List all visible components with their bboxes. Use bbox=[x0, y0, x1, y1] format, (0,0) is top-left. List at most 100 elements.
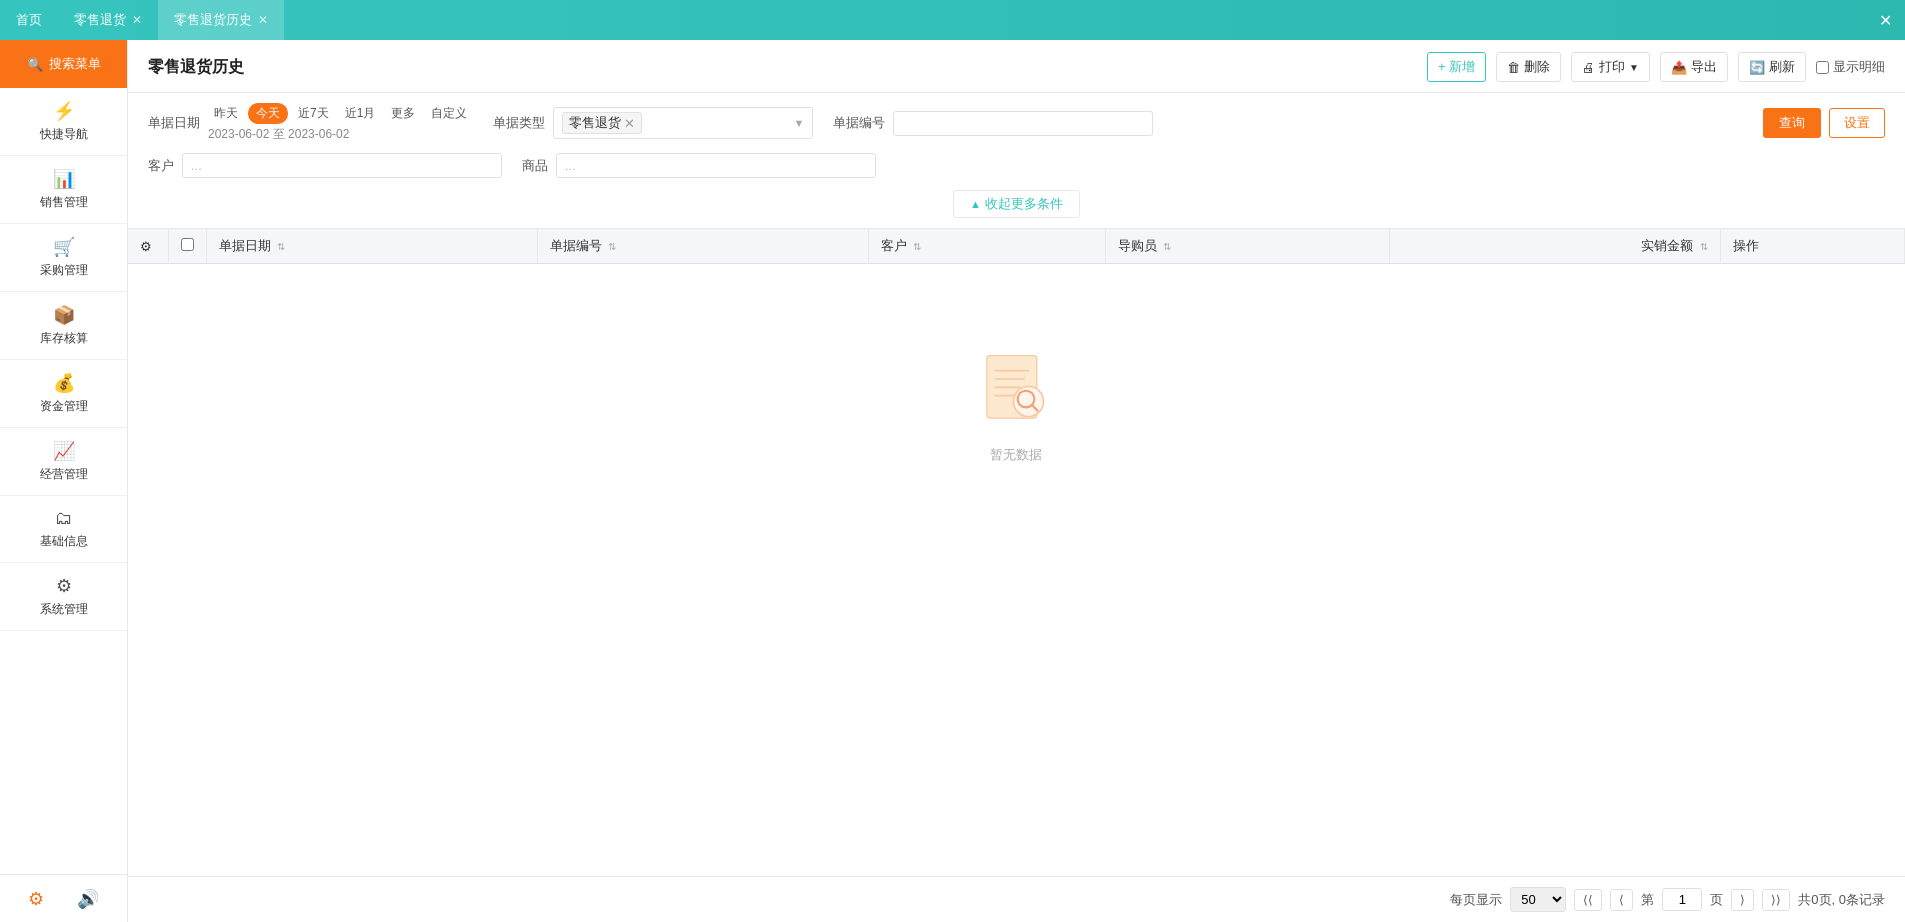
empty-illustration bbox=[966, 344, 1066, 434]
export-button[interactable]: 📤 导出 bbox=[1660, 52, 1728, 82]
collapse-button[interactable]: ▲ 收起更多条件 bbox=[953, 190, 1080, 218]
filter-customer: 客户 ... bbox=[148, 153, 502, 178]
th-customer-label: 客户 bbox=[881, 238, 907, 253]
setting-button[interactable]: 设置 bbox=[1829, 108, 1885, 138]
display-label: 显示明细 bbox=[1833, 58, 1885, 76]
th-action-label: 操作 bbox=[1733, 238, 1759, 253]
print-button[interactable]: 🖨 打印 ▼ bbox=[1571, 52, 1650, 82]
print-label: 打印 bbox=[1599, 58, 1625, 76]
th-date-sort[interactable]: ⇅ bbox=[277, 241, 285, 252]
sidebar-item-sales[interactable]: 📊 销售管理 bbox=[0, 156, 127, 224]
tab-retail-return-close[interactable]: ✕ bbox=[132, 13, 142, 27]
display-checkbox[interactable] bbox=[1816, 61, 1829, 74]
query-button[interactable]: 查询 bbox=[1763, 108, 1821, 138]
sidebar-item-basic-info[interactable]: 🗂 基础信息 bbox=[0, 496, 127, 563]
search-icon: 🔍 bbox=[27, 57, 43, 72]
th-setting[interactable]: ⚙ bbox=[128, 229, 168, 264]
type-tag-close[interactable]: ✕ bbox=[624, 116, 635, 131]
page-last-button[interactable]: ⟩⟩ bbox=[1762, 889, 1790, 911]
goods-select[interactable]: ... bbox=[556, 153, 876, 178]
date-7days[interactable]: 近7天 bbox=[292, 103, 335, 124]
content-area: 零售退货历史 + 新增 🗑 删除 🖨 打印 ▼ 📤 导出 bbox=[128, 40, 1905, 922]
export-label: 导出 bbox=[1691, 58, 1717, 76]
window-close-button[interactable]: ✕ bbox=[1865, 0, 1905, 40]
filter-area: 单据日期 昨天 今天 近7天 近1月 更多 自定义 2023-06-02 至 2… bbox=[128, 93, 1905, 229]
pagination-bar: 每页显示 50 100 200 ⟨⟨ ⟨ 第 页 ⟩ ⟩⟩ 共0页, 0条记录 bbox=[128, 876, 1905, 922]
inventory-label: 库存核算 bbox=[40, 330, 88, 347]
page-next-button[interactable]: ⟩ bbox=[1731, 889, 1754, 911]
filter-doc-no: 单据编号 bbox=[833, 111, 1153, 136]
type-label: 单据类型 bbox=[493, 114, 545, 132]
table-body: 暂无数据 bbox=[128, 264, 1905, 545]
th-guide-sort[interactable]: ⇅ bbox=[1163, 241, 1171, 252]
tab-retail-return-label: 零售退货 bbox=[74, 11, 126, 29]
type-tag-item: 零售退货 ✕ bbox=[562, 112, 642, 134]
page-prev-button[interactable]: ⟨ bbox=[1610, 889, 1633, 911]
doc-no-input[interactable] bbox=[893, 111, 1153, 136]
sidebar: 🔍 搜索菜单 ⚡ 快捷导航 📊 销售管理 🛒 采购管理 📦 库存核算 💰 bbox=[0, 40, 128, 922]
sidebar-item-finance[interactable]: 💰 资金管理 bbox=[0, 360, 127, 428]
action-buttons: 查询 设置 bbox=[1763, 108, 1885, 138]
page-number-input[interactable] bbox=[1662, 888, 1702, 911]
sidebar-item-operations[interactable]: 📈 经营管理 bbox=[0, 428, 127, 496]
sidebar-search[interactable]: 🔍 搜索菜单 bbox=[0, 40, 127, 88]
refresh-button[interactable]: 🔄 刷新 bbox=[1738, 52, 1806, 82]
sidebar-item-system[interactable]: ⚙ 系统管理 bbox=[0, 563, 127, 631]
print-dropdown-icon: ▼ bbox=[1629, 62, 1639, 73]
date-shortcuts: 昨天 今天 近7天 近1月 更多 自定义 bbox=[208, 103, 473, 124]
table-container: ⚙ 单据日期 ⇅ 单据编号 ⇅ 客户 bbox=[128, 229, 1905, 876]
print-icon: 🖨 bbox=[1582, 60, 1595, 75]
empty-row: 暂无数据 bbox=[128, 264, 1905, 545]
date-yesterday[interactable]: 昨天 bbox=[208, 103, 244, 124]
th-customer-sort[interactable]: ⇅ bbox=[913, 241, 921, 252]
page-title-row: 零售退货历史 + 新增 🗑 删除 🖨 打印 ▼ 📤 导出 bbox=[148, 52, 1885, 92]
tab-retail-return-history-close[interactable]: ✕ bbox=[258, 13, 268, 27]
th-doc-no-label: 单据编号 bbox=[550, 238, 602, 253]
audio-footer-icon[interactable]: 🔊 bbox=[77, 888, 99, 910]
th-amount: 实销金额 ⇅ bbox=[1389, 229, 1720, 264]
type-tag: 零售退货 ✕ bbox=[562, 112, 642, 134]
page-first-button[interactable]: ⟨⟨ bbox=[1574, 889, 1602, 911]
date-more[interactable]: 更多 bbox=[385, 103, 421, 124]
type-select[interactable]: 零售退货 ✕ ▼ bbox=[553, 107, 813, 139]
basic-info-label: 基础信息 bbox=[40, 533, 88, 550]
tab-retail-return-history[interactable]: 零售退货历史 ✕ bbox=[158, 0, 284, 40]
sales-label: 销售管理 bbox=[40, 194, 88, 211]
delete-icon: 🗑 bbox=[1507, 60, 1520, 75]
table-header-row: ⚙ 单据日期 ⇅ 单据编号 ⇅ 客户 bbox=[128, 229, 1905, 264]
tab-retail-return[interactable]: 零售退货 ✕ bbox=[58, 0, 158, 40]
system-label: 系统管理 bbox=[40, 601, 88, 618]
sidebar-menu: ⚡ 快捷导航 📊 销售管理 🛒 采购管理 📦 库存核算 💰 资金管理 📈 bbox=[0, 88, 127, 874]
toolbar: + 新增 🗑 删除 🖨 打印 ▼ 📤 导出 🔄 bbox=[1427, 52, 1885, 82]
operations-icon: 📈 bbox=[53, 440, 75, 462]
refresh-label: 刷新 bbox=[1769, 58, 1795, 76]
page-label: 页 bbox=[1710, 891, 1723, 909]
tab-home[interactable]: 首页 bbox=[0, 0, 58, 40]
doc-no-label: 单据编号 bbox=[833, 114, 885, 132]
settings-footer-icon[interactable]: ⚙ bbox=[28, 888, 44, 910]
select-all-checkbox[interactable] bbox=[181, 238, 194, 251]
th-doc-no-sort[interactable]: ⇅ bbox=[608, 241, 616, 252]
filter-row-2: 客户 ... 商品 ... bbox=[148, 153, 1885, 178]
th-date-label: 单据日期 bbox=[219, 238, 271, 253]
type-tag-label: 零售退货 bbox=[569, 114, 621, 132]
tab-home-label: 首页 bbox=[16, 11, 42, 29]
display-switch[interactable]: 显示明细 bbox=[1816, 58, 1885, 76]
th-checkbox[interactable] bbox=[168, 229, 206, 264]
sidebar-item-inventory[interactable]: 📦 库存核算 bbox=[0, 292, 127, 360]
main-layout: 🔍 搜索菜单 ⚡ 快捷导航 📊 销售管理 🛒 采购管理 📦 库存核算 💰 bbox=[0, 40, 1905, 922]
date-custom[interactable]: 自定义 bbox=[425, 103, 473, 124]
sidebar-item-purchase[interactable]: 🛒 采购管理 bbox=[0, 224, 127, 292]
delete-button[interactable]: 🗑 删除 bbox=[1496, 52, 1561, 82]
refresh-icon: 🔄 bbox=[1749, 60, 1765, 75]
sidebar-item-quick-nav[interactable]: ⚡ 快捷导航 bbox=[0, 88, 127, 156]
date-1month[interactable]: 近1月 bbox=[339, 103, 382, 124]
data-table: ⚙ 单据日期 ⇅ 单据编号 ⇅ 客户 bbox=[128, 229, 1905, 544]
filter-date: 单据日期 昨天 今天 近7天 近1月 更多 自定义 2023-06-02 至 2… bbox=[148, 103, 473, 143]
th-amount-sort[interactable]: ⇅ bbox=[1700, 241, 1708, 252]
add-button[interactable]: + 新增 bbox=[1427, 52, 1486, 82]
date-today[interactable]: 今天 bbox=[248, 103, 288, 124]
customer-select[interactable]: ... bbox=[182, 153, 502, 178]
empty-state: 暂无数据 bbox=[128, 264, 1905, 544]
page-size-select[interactable]: 50 100 200 bbox=[1510, 887, 1566, 912]
